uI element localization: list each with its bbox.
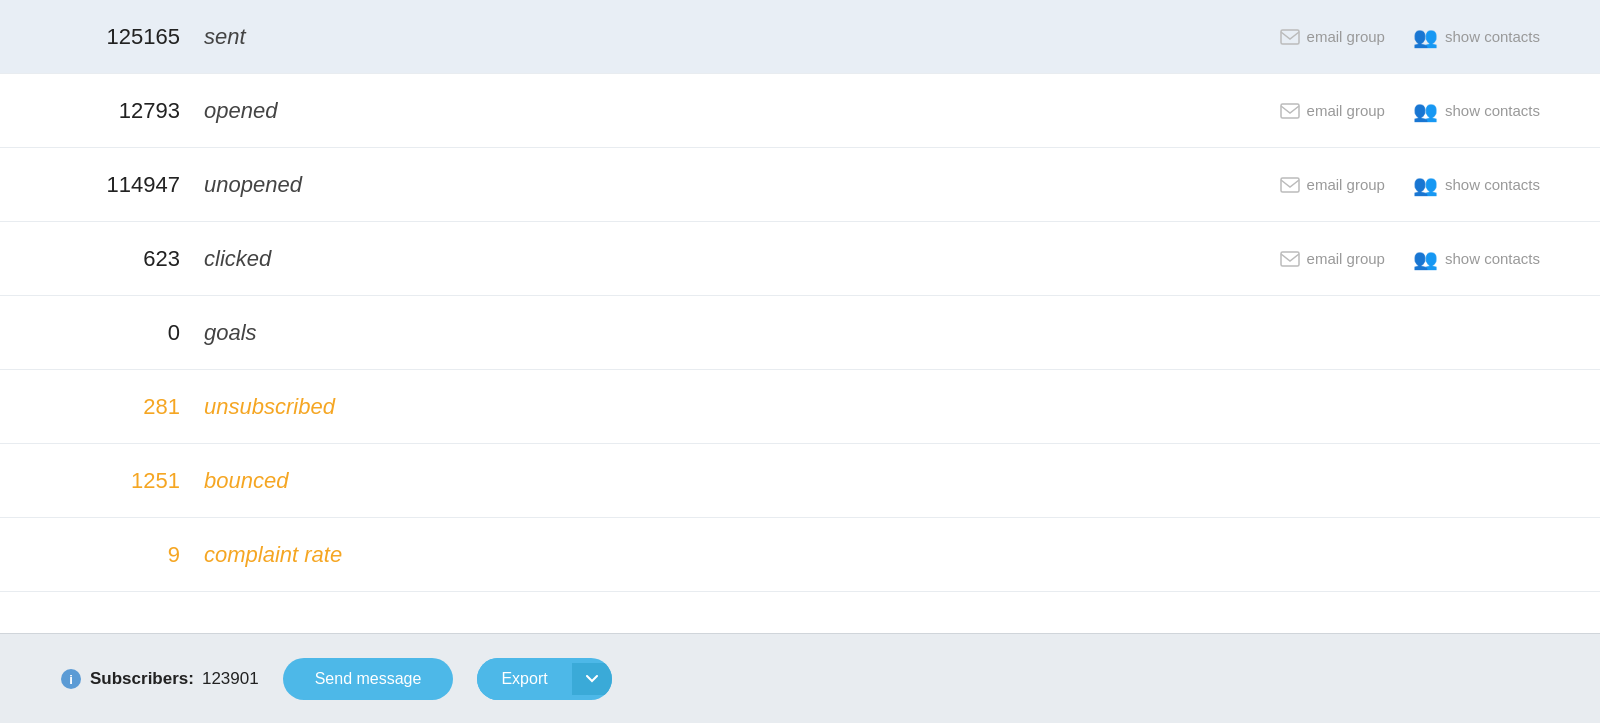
stat-number-goals: 0 [60,320,180,346]
show-contacts-link-clicked[interactable]: 👥 show contacts [1413,247,1540,271]
info-icon: i [60,668,82,690]
svg-text:i: i [69,672,73,687]
show-contacts-label: show contacts [1445,28,1540,45]
show-contacts-link-opened[interactable]: 👥 show contacts [1413,99,1540,123]
stats-row-unsubscribed: 281 unsubscribed [0,370,1600,444]
stats-row-opened: 12793 opened email group 👥 [0,74,1600,148]
stat-label-goals: goals [204,320,257,346]
stat-number-opened: 12793 [60,98,180,124]
subscribers-info: i Subscribers: 123901 [60,668,259,690]
contacts-icon: 👥 [1413,247,1438,271]
stat-number-clicked: 623 [60,246,180,272]
email-group-link-clicked[interactable]: email group [1280,250,1385,267]
email-group-link-unopened[interactable]: email group [1280,176,1385,193]
email-icon [1280,29,1300,45]
send-message-button[interactable]: Send message [283,658,454,700]
stat-number-sent: 125165 [60,24,180,50]
stats-row-goals: 0 goals [0,296,1600,370]
stat-label-clicked: clicked [204,246,271,272]
email-group-link-sent[interactable]: email group [1280,28,1385,45]
email-group-link-opened[interactable]: email group [1280,102,1385,119]
stat-number-unsubscribed: 281 [60,394,180,420]
footer-bar: i Subscribers: 123901 Send message Export [0,633,1600,723]
subscribers-label: Subscribers: [90,669,194,689]
stats-row-unopened: 114947 unopened email group 👥 [0,148,1600,222]
email-icon [1280,251,1300,267]
email-icon [1280,177,1300,193]
email-group-label: email group [1307,176,1385,193]
row-actions-sent: email group 👥 show contacts [1280,25,1540,49]
subscribers-count: 123901 [202,669,259,689]
export-button[interactable]: Export [477,658,571,700]
svg-rect-0 [1281,30,1299,44]
stat-label-unsubscribed: unsubscribed [204,394,335,420]
email-icon [1280,103,1300,119]
row-actions-opened: email group 👥 show contacts [1280,99,1540,123]
stats-row-sent: 125165 sent email group 👥 [0,0,1600,74]
svg-rect-2 [1281,178,1299,192]
svg-rect-3 [1281,252,1299,266]
stat-label-complaint-rate: complaint rate [204,542,342,568]
row-actions-unopened: email group 👥 show contacts [1280,173,1540,197]
export-button-group: Export [477,658,611,700]
show-contacts-label: show contacts [1445,250,1540,267]
export-dropdown-arrow[interactable] [572,663,612,695]
stat-label-unopened: unopened [204,172,302,198]
contacts-icon: 👥 [1413,25,1438,49]
email-group-label: email group [1307,28,1385,45]
show-contacts-label: show contacts [1445,176,1540,193]
stats-row-complaint-rate: 9 complaint rate [0,518,1600,592]
contacts-icon: 👥 [1413,173,1438,197]
stats-row-bounced: 1251 bounced [0,444,1600,518]
email-group-label: email group [1307,102,1385,119]
show-contacts-link-sent[interactable]: 👥 show contacts [1413,25,1540,49]
show-contacts-link-unopened[interactable]: 👥 show contacts [1413,173,1540,197]
show-contacts-label: show contacts [1445,102,1540,119]
stat-number-unopened: 114947 [60,172,180,198]
svg-rect-1 [1281,104,1299,118]
stat-number-complaint-rate: 9 [60,542,180,568]
row-actions-clicked: email group 👥 show contacts [1280,247,1540,271]
stat-number-bounced: 1251 [60,468,180,494]
stat-label-sent: sent [204,24,246,50]
contacts-icon: 👥 [1413,99,1438,123]
stats-list: 125165 sent email group 👥 [0,0,1600,633]
stats-row-clicked: 623 clicked email group 👥 [0,222,1600,296]
stat-label-bounced: bounced [204,468,288,494]
email-group-label: email group [1307,250,1385,267]
stat-label-opened: opened [204,98,277,124]
